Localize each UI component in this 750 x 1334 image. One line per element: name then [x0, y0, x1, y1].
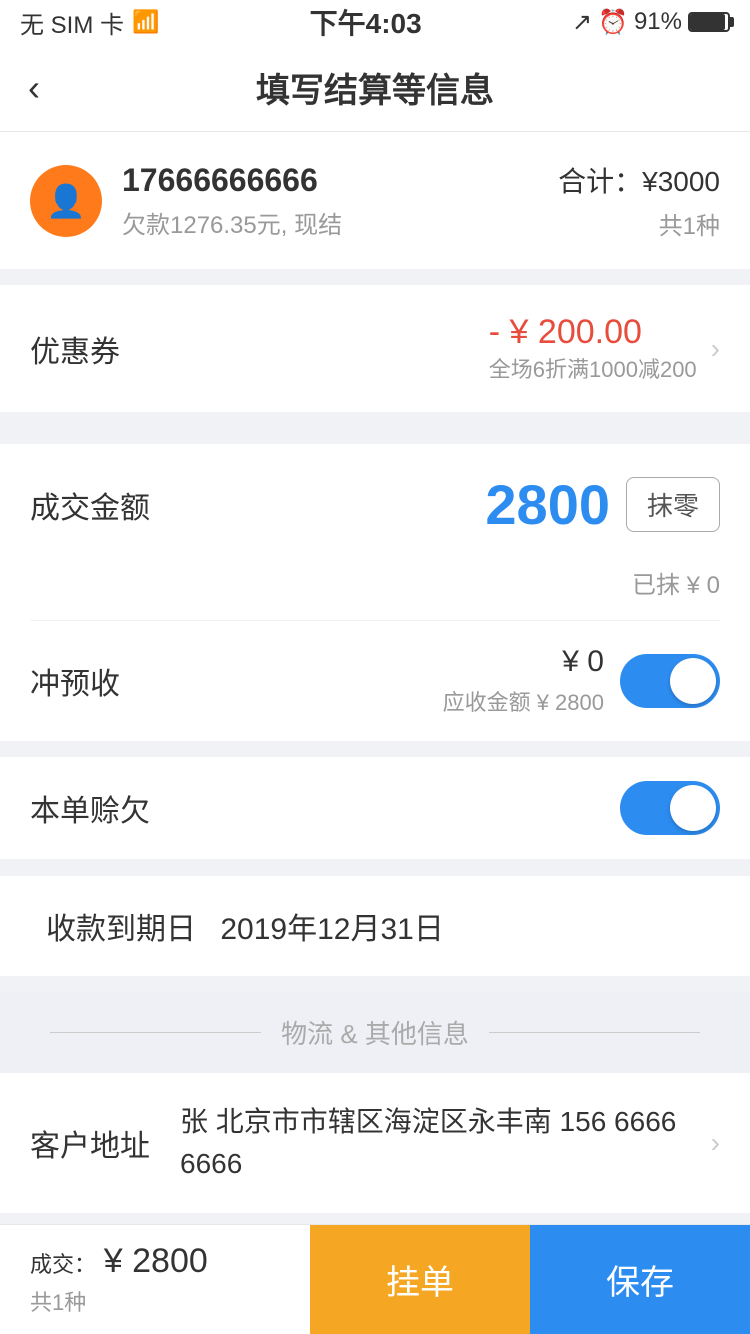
customer-card: 👤 17666666666 欠款1276.35元, 现结 合计：¥3000 共1… [0, 132, 750, 269]
address-value: 张 北京市市辖区海淀区永丰南 156 6666 6666 [180, 1101, 707, 1185]
save-button[interactable]: 保存 [530, 1225, 750, 1334]
customer-phone: 17666666666 [122, 162, 342, 199]
location-icon: ↗ [572, 8, 592, 37]
logistics-label: 物流 & 其他信息 [281, 1014, 469, 1051]
footer-count: 共1种 [30, 1285, 280, 1317]
footer-deal-row: 成交： ¥ 2800 [30, 1242, 280, 1281]
nav-bar: ‹ 填写结算等信息 [0, 44, 750, 132]
status-bar: 无 SIM 卡 📶 下午4:03 ↗ ⏰ 91% [0, 0, 750, 44]
avatar: 👤 [30, 165, 102, 237]
section-separator-1 [0, 428, 750, 444]
address-chevron-icon: › [711, 1127, 720, 1159]
toggle-knob [670, 658, 716, 704]
amount-sub: 已抹 ¥ 0 [0, 565, 750, 620]
prepay-row: 冲预收 ¥ 0 应收金额 ¥ 2800 [0, 621, 750, 741]
credit-toggle-knob [670, 785, 716, 831]
section-separator-2 [0, 741, 750, 757]
back-button[interactable]: ‹ [28, 67, 40, 109]
credit-row: 本单赊欠 [0, 757, 750, 859]
coupon-amount: - ¥ 200.00 [489, 313, 697, 352]
customer-count: 共1种 [558, 206, 720, 241]
credit-label: 本单赊欠 [30, 786, 150, 830]
customer-total: 合计：¥3000 [558, 160, 720, 200]
amount-right: 2800 抹零 [485, 472, 720, 537]
content-area: 👤 17666666666 欠款1276.35元, 现结 合计：¥3000 共1… [0, 132, 750, 1333]
due-date-value: 2019年12月31日 [220, 913, 443, 946]
alarm-icon: ⏰ [598, 8, 628, 37]
avatar-icon: 👤 [46, 182, 86, 220]
prepay-info: ¥ 0 应收金额 ¥ 2800 [443, 645, 604, 717]
wifi-icon: 📶 [132, 9, 159, 35]
hang-button[interactable]: 挂单 [310, 1225, 530, 1334]
footer: 成交： ¥ 2800 共1种 挂单 保存 [0, 1224, 750, 1334]
coupon-row[interactable]: 优惠券 - ¥ 200.00 全场6折满1000减200 › [0, 285, 750, 412]
footer-deal-label: 成交： [30, 1252, 96, 1277]
footer-info: 成交： ¥ 2800 共1种 [0, 1242, 310, 1317]
round-button[interactable]: 抹零 [626, 477, 720, 532]
address-row[interactable]: 客户地址 张 北京市市辖区海淀区永丰南 156 6666 6666 › [0, 1073, 750, 1213]
transaction-value: 2800 [485, 472, 610, 537]
carrier-label: 无 SIM 卡 [20, 5, 124, 40]
status-left: 无 SIM 卡 📶 [20, 5, 159, 40]
page-title: 填写结算等信息 [256, 63, 494, 112]
customer-sub-info: 欠款1276.35元, 现结 [122, 205, 342, 240]
customer-left: 👤 17666666666 欠款1276.35元, 现结 [30, 162, 342, 240]
due-date-row: 收款到期日 2019年12月31日 [0, 876, 750, 976]
customer-right: 合计：¥3000 共1种 [558, 160, 720, 241]
row-divider-2 [30, 859, 720, 860]
battery-icon [688, 12, 730, 32]
prepay-right: ¥ 0 应收金额 ¥ 2800 [443, 645, 720, 717]
coupon-label: 优惠券 [30, 327, 120, 371]
due-date-label: 收款到期日 [46, 913, 196, 946]
credit-toggle[interactable] [620, 781, 720, 835]
customer-info: 17666666666 欠款1276.35元, 现结 [122, 162, 342, 240]
address-label: 客户地址 [30, 1121, 150, 1165]
prepay-amount: ¥ 0 [443, 645, 604, 679]
amount-row: 成交金额 2800 抹零 [0, 444, 750, 565]
amount-section: 成交金额 2800 抹零 已抹 ¥ 0 冲预收 ¥ 0 应收金额 ¥ 2800 [0, 444, 750, 741]
coupon-desc: 全场6折满1000减200 [489, 352, 697, 384]
logistics-divider: 物流 & 其他信息 [0, 992, 750, 1073]
transaction-label: 成交金额 [30, 483, 150, 527]
prepay-toggle[interactable] [620, 654, 720, 708]
prepay-label: 冲预收 [30, 659, 120, 703]
battery-percent: 91% [634, 8, 682, 36]
footer-deal-amount: ¥ 2800 [104, 1242, 208, 1280]
status-right: ↗ ⏰ 91% [572, 8, 730, 37]
coupon-right: - ¥ 200.00 全场6折满1000减200 › [489, 313, 720, 384]
prepay-receivable: 应收金额 ¥ 2800 [443, 685, 604, 717]
chevron-right-icon: › [711, 333, 720, 365]
time-label: 下午4:03 [310, 2, 422, 42]
